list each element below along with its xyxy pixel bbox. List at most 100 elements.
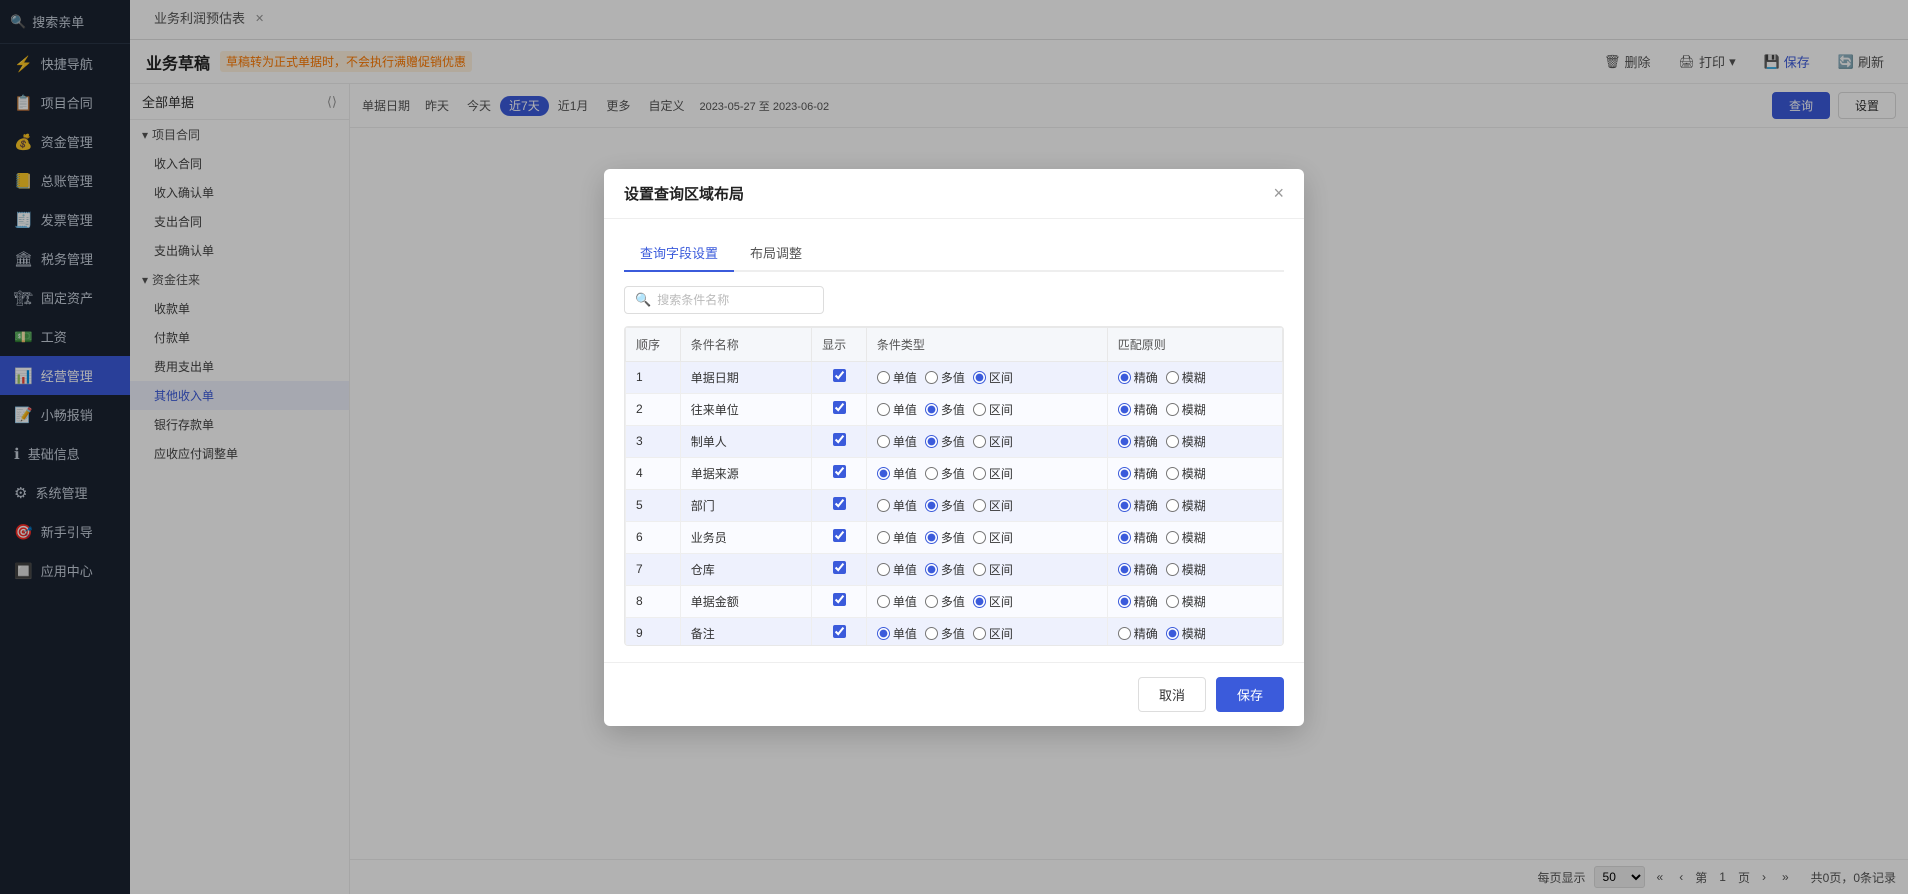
cell-match: 精确 模糊 xyxy=(1107,393,1282,425)
show-checkbox[interactable] xyxy=(833,401,846,414)
dialog-tabs: 查询字段设置 布局调整 xyxy=(624,235,1284,272)
cell-type: 单值 多值 区间 xyxy=(866,425,1107,457)
cell-show[interactable] xyxy=(812,553,867,585)
type-multi-radio[interactable]: 多值 xyxy=(925,625,965,642)
match-exact-radio[interactable]: 精确 xyxy=(1118,497,1158,514)
show-checkbox[interactable] xyxy=(833,625,846,638)
cancel-button[interactable]: 取消 xyxy=(1138,677,1206,712)
cell-order: 2 xyxy=(626,393,681,425)
cell-name: 仓库 xyxy=(680,553,811,585)
tab-query-fields[interactable]: 查询字段设置 xyxy=(624,235,734,272)
search-input[interactable] xyxy=(657,293,797,307)
match-exact-radio[interactable]: 精确 xyxy=(1118,625,1158,642)
cell-match: 精确 模糊 xyxy=(1107,585,1282,617)
match-exact-radio[interactable]: 精确 xyxy=(1118,433,1158,450)
cell-show[interactable] xyxy=(812,521,867,553)
type-range-radio[interactable]: 区间 xyxy=(973,465,1013,482)
dialog-title: 设置查询区域布局 xyxy=(624,183,744,204)
cell-show[interactable] xyxy=(812,617,867,646)
col-type: 条件类型 xyxy=(866,327,1107,361)
type-multi-radio[interactable]: 多值 xyxy=(925,529,965,546)
match-fuzzy-radio[interactable]: 模糊 xyxy=(1166,561,1206,578)
table-row: 7 仓库 单值 多值 区间 精确 xyxy=(626,553,1283,585)
cell-order: 8 xyxy=(626,585,681,617)
cell-name: 单据金额 xyxy=(680,585,811,617)
type-range-radio[interactable]: 区间 xyxy=(973,433,1013,450)
type-multi-radio[interactable]: 多值 xyxy=(925,497,965,514)
match-fuzzy-radio[interactable]: 模糊 xyxy=(1166,465,1206,482)
tab-layout[interactable]: 布局调整 xyxy=(734,235,818,272)
cell-type: 单值 多值 区间 xyxy=(866,521,1107,553)
col-show: 显示 xyxy=(812,327,867,361)
show-checkbox[interactable] xyxy=(833,433,846,446)
type-single-radio[interactable]: 单值 xyxy=(877,497,917,514)
type-range-radio[interactable]: 区间 xyxy=(973,497,1013,514)
type-range-radio[interactable]: 区间 xyxy=(973,625,1013,642)
match-fuzzy-radio[interactable]: 模糊 xyxy=(1166,625,1206,642)
type-single-radio[interactable]: 单值 xyxy=(877,369,917,386)
type-single-radio[interactable]: 单值 xyxy=(877,593,917,610)
cell-show[interactable] xyxy=(812,585,867,617)
match-fuzzy-radio[interactable]: 模糊 xyxy=(1166,401,1206,418)
show-checkbox[interactable] xyxy=(833,561,846,574)
match-fuzzy-radio[interactable]: 模糊 xyxy=(1166,497,1206,514)
type-single-radio[interactable]: 单值 xyxy=(877,401,917,418)
type-multi-radio[interactable]: 多值 xyxy=(925,369,965,386)
type-range-radio[interactable]: 区间 xyxy=(973,529,1013,546)
type-single-radio[interactable]: 单值 xyxy=(877,625,917,642)
cell-name: 往来单位 xyxy=(680,393,811,425)
cell-show[interactable] xyxy=(812,457,867,489)
type-multi-radio[interactable]: 多值 xyxy=(925,593,965,610)
cell-show[interactable] xyxy=(812,489,867,521)
match-fuzzy-radio[interactable]: 模糊 xyxy=(1166,433,1206,450)
match-exact-radio[interactable]: 精确 xyxy=(1118,465,1158,482)
config-table-container: 顺序 条件名称 显示 条件类型 匹配原则 1 单据日期 单值 xyxy=(624,326,1284,646)
cell-name: 部门 xyxy=(680,489,811,521)
type-multi-radio[interactable]: 多值 xyxy=(925,433,965,450)
col-order: 顺序 xyxy=(626,327,681,361)
type-single-radio[interactable]: 单值 xyxy=(877,561,917,578)
cell-order: 9 xyxy=(626,617,681,646)
match-exact-radio[interactable]: 精确 xyxy=(1118,401,1158,418)
cell-show[interactable] xyxy=(812,393,867,425)
dialog-close-button[interactable]: × xyxy=(1273,184,1284,202)
dialog-save-button[interactable]: 保存 xyxy=(1216,677,1284,712)
type-range-radio[interactable]: 区间 xyxy=(973,369,1013,386)
cell-type: 单值 多值 区间 xyxy=(866,553,1107,585)
cell-type: 单值 多值 区间 xyxy=(866,585,1107,617)
config-table-header: 顺序 条件名称 显示 条件类型 匹配原则 xyxy=(626,327,1283,361)
match-exact-radio[interactable]: 精确 xyxy=(1118,561,1158,578)
type-range-radio[interactable]: 区间 xyxy=(973,561,1013,578)
type-range-radio[interactable]: 区间 xyxy=(973,401,1013,418)
show-checkbox[interactable] xyxy=(833,497,846,510)
config-table: 顺序 条件名称 显示 条件类型 匹配原则 1 单据日期 单值 xyxy=(625,327,1283,646)
match-fuzzy-radio[interactable]: 模糊 xyxy=(1166,369,1206,386)
cell-show[interactable] xyxy=(812,425,867,457)
match-fuzzy-radio[interactable]: 模糊 xyxy=(1166,529,1206,546)
show-checkbox[interactable] xyxy=(833,593,846,606)
show-checkbox[interactable] xyxy=(833,369,846,382)
match-exact-radio[interactable]: 精确 xyxy=(1118,369,1158,386)
cell-match: 精确 模糊 xyxy=(1107,521,1282,553)
table-row: 3 制单人 单值 多值 区间 精确 xyxy=(626,425,1283,457)
show-checkbox[interactable] xyxy=(833,529,846,542)
show-checkbox[interactable] xyxy=(833,465,846,478)
type-range-radio[interactable]: 区间 xyxy=(973,593,1013,610)
col-match: 匹配原则 xyxy=(1107,327,1282,361)
type-multi-radio[interactable]: 多值 xyxy=(925,401,965,418)
type-multi-radio[interactable]: 多值 xyxy=(925,561,965,578)
dialog-footer: 取消 保存 xyxy=(604,662,1304,726)
cell-order: 7 xyxy=(626,553,681,585)
cell-show[interactable] xyxy=(812,361,867,393)
cell-match: 精确 模糊 xyxy=(1107,361,1282,393)
type-single-radio[interactable]: 单值 xyxy=(877,465,917,482)
table-row: 1 单据日期 单值 多值 区间 精确 xyxy=(626,361,1283,393)
type-single-radio[interactable]: 单值 xyxy=(877,433,917,450)
match-exact-radio[interactable]: 精确 xyxy=(1118,529,1158,546)
type-multi-radio[interactable]: 多值 xyxy=(925,465,965,482)
type-single-radio[interactable]: 单值 xyxy=(877,529,917,546)
match-exact-radio[interactable]: 精确 xyxy=(1118,593,1158,610)
table-row: 2 往来单位 单值 多值 区间 精确 xyxy=(626,393,1283,425)
match-fuzzy-radio[interactable]: 模糊 xyxy=(1166,593,1206,610)
cell-name: 单据来源 xyxy=(680,457,811,489)
